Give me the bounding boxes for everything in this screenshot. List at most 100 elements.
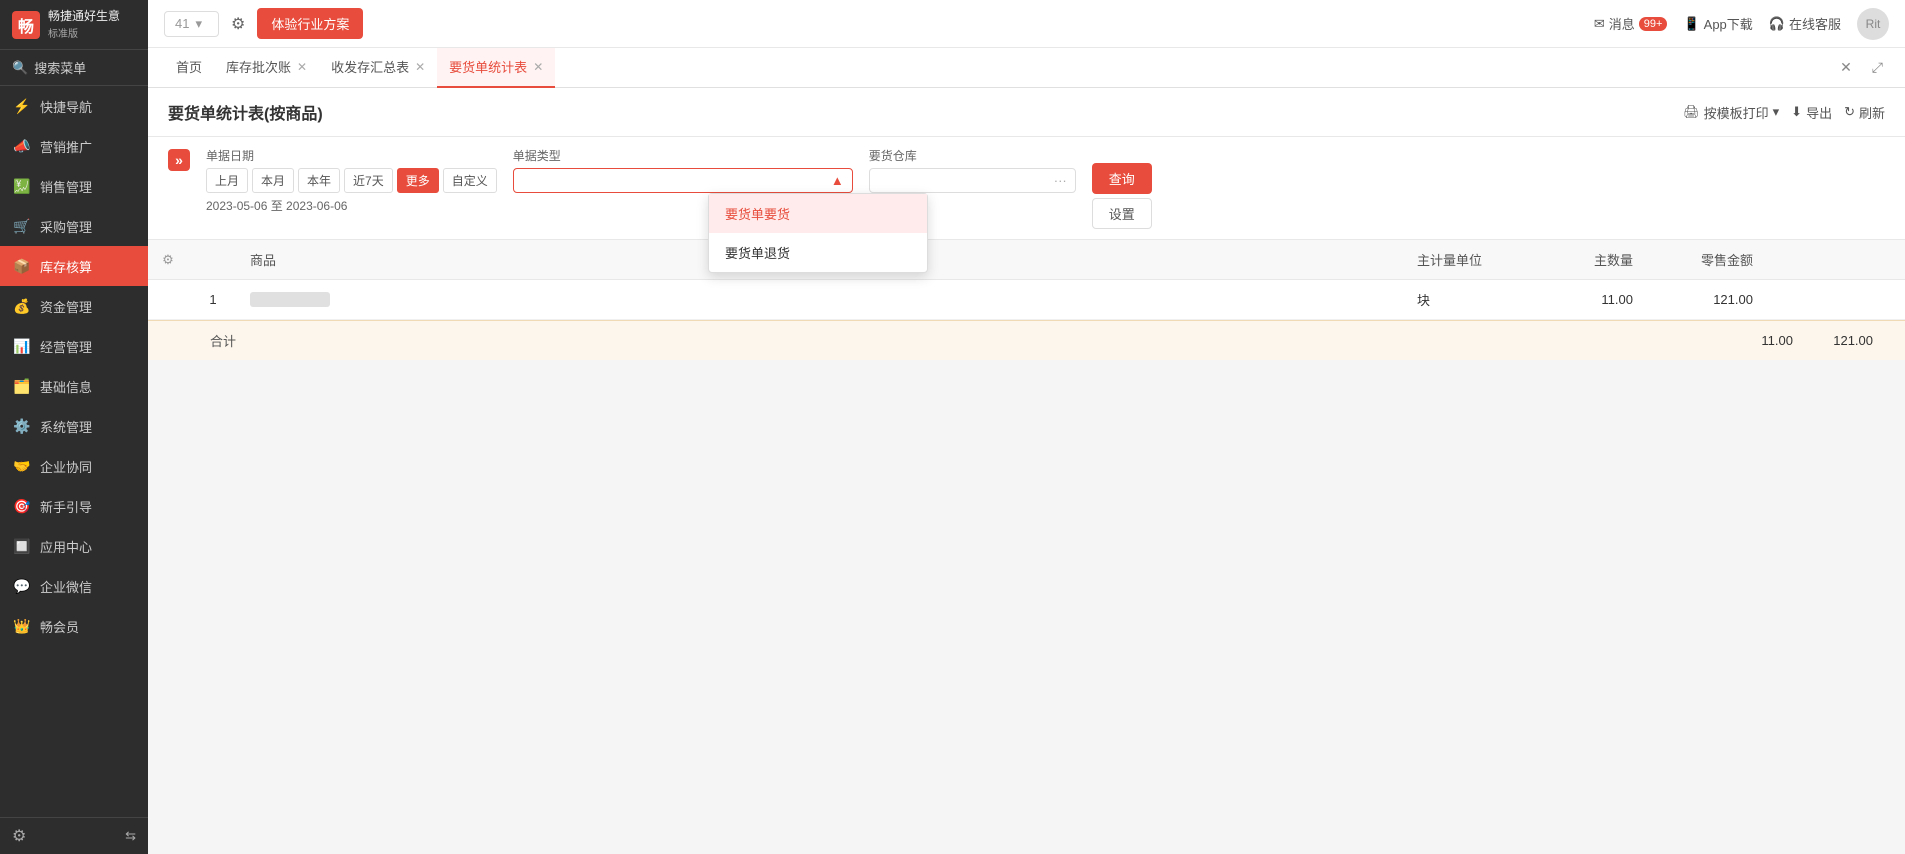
- tab-send-receive[interactable]: 收发存汇总表 ✕: [319, 48, 437, 88]
- table-row: 1 ████ ███ 块 11.00 121.00: [148, 280, 1905, 320]
- page-header-actions: 🖨 按模板打印 ▾ ⬇ 导出 ↻ 刷新: [1683, 103, 1885, 122]
- query-btn[interactable]: 查询: [1092, 163, 1152, 194]
- message-badge: 99+: [1639, 17, 1668, 31]
- tab-label: 要货单统计表: [449, 57, 527, 76]
- tab-order-stats[interactable]: 要货单统计表 ✕: [437, 48, 555, 88]
- dropdown-item-label: 要货单退货: [725, 246, 790, 261]
- sidebar-item-marketing[interactable]: 📣 营销推广: [0, 126, 148, 166]
- date-filter-label: 单据日期: [206, 147, 497, 164]
- type-dropdown-arrow[interactable]: ▲: [831, 173, 844, 188]
- sidebar-item-sales[interactable]: 💹 销售管理: [0, 166, 148, 206]
- topbar-left: 41 ▾ ⚙ 体验行业方案: [164, 8, 363, 39]
- org-selector[interactable]: 41 ▾: [164, 11, 219, 37]
- warehouse-filter-input-wrapper: ···: [869, 168, 1076, 193]
- system-icon: ⚙️: [12, 416, 32, 436]
- sidebar-item-member[interactable]: 👑 畅会员: [0, 606, 148, 646]
- tab-close-all-icon[interactable]: ✕: [1834, 57, 1858, 78]
- sidebar-item-finance[interactable]: 💰 资金管理: [0, 286, 148, 326]
- type-filter-input[interactable]: [522, 173, 831, 188]
- filter-expand-btn[interactable]: »: [168, 149, 190, 171]
- sidebar-item-inventory[interactable]: 📦 库存核算: [0, 246, 148, 286]
- filter-actions: 查询 设置: [1092, 163, 1152, 229]
- warehouse-filter-input[interactable]: [878, 173, 1054, 188]
- dropdown-item-label: 要货单要货: [725, 207, 790, 222]
- warehouse-filter-group: 要货仓库 ···: [869, 147, 1076, 193]
- trial-btn[interactable]: 体验行业方案: [257, 8, 363, 39]
- date-filter-row: 上月 本月 本年 近7天 更多 自定义: [206, 168, 497, 193]
- filter-settings-btn[interactable]: 设置: [1092, 198, 1152, 229]
- tab-label: 收发存汇总表: [331, 57, 409, 76]
- message-action[interactable]: ✉ 消息 99+: [1594, 14, 1668, 33]
- download-action[interactable]: 📱 App下载: [1683, 14, 1752, 33]
- filter-bar: » 单据日期 上月 本月 本年 近7天 更多 自定义 2023-05-06 至 …: [148, 137, 1905, 240]
- goods-cell: ████ ███: [238, 280, 1405, 320]
- sidebar-item-weixin[interactable]: 💬 企业微信: [0, 566, 148, 606]
- sidebar-item-purchase[interactable]: 🛒 采购管理: [0, 206, 148, 246]
- sidebar-item-basics[interactable]: 🗂️ 基础信息: [0, 366, 148, 406]
- sidebar-item-operations[interactable]: 📊 经营管理: [0, 326, 148, 366]
- tab-home-label: 首页: [176, 57, 202, 76]
- period-7days[interactable]: 近7天: [344, 168, 393, 193]
- user-avatar[interactable]: Rit: [1857, 8, 1889, 40]
- export-action[interactable]: ⬇ 导出: [1791, 103, 1832, 122]
- table-container: ⚙ 商品 主计量单位 主数量 零售金额 1: [148, 240, 1905, 320]
- row-num-cell: 1: [188, 280, 238, 320]
- warehouse-more-icon[interactable]: ···: [1054, 173, 1067, 188]
- tab-bar: 首页 库存批次账 ✕ 收发存汇总表 ✕ 要货单统计表 ✕ ✕ ⤢: [148, 48, 1905, 88]
- dropdown-item-order-return[interactable]: 要货单退货: [709, 233, 927, 272]
- sidebar-item-label: 采购管理: [40, 217, 92, 236]
- sidebar-item-label: 畅会员: [40, 617, 79, 636]
- period-this-year[interactable]: 本年: [298, 168, 340, 193]
- message-icon: ✉: [1594, 16, 1605, 32]
- tab-batch-account[interactable]: 库存批次账 ✕: [214, 48, 319, 88]
- main-area: 41 ▾ ⚙ 体验行业方案 ✉ 消息 99+ 📱 App下载 🎧 在线客服 Ri…: [148, 0, 1905, 854]
- sidebar-item-guide[interactable]: 🎯 新手引导: [0, 486, 148, 526]
- tab-home[interactable]: 首页: [164, 48, 214, 88]
- sidebar-item-label: 经营管理: [40, 337, 92, 356]
- amount-cell: 121.00: [1645, 280, 1765, 320]
- col-extra: [1765, 240, 1905, 280]
- period-last-month[interactable]: 上月: [206, 168, 248, 193]
- sidebar-item-label: 快捷导航: [40, 97, 92, 116]
- export-icon: ⬇: [1791, 104, 1802, 120]
- sidebar-settings-icon[interactable]: ⚙: [12, 826, 26, 846]
- app-logo-icon: 畅: [12, 11, 40, 39]
- sidebar-item-label: 销售管理: [40, 177, 92, 196]
- tab-close-batch-account[interactable]: ✕: [297, 60, 307, 74]
- column-settings-icon[interactable]: ⚙: [162, 252, 174, 267]
- table-header-row: ⚙ 商品 主计量单位 主数量 零售金额: [148, 240, 1905, 280]
- print-label: 按模板打印: [1704, 103, 1769, 122]
- date-range-display: 2023-05-06 至 2023-06-06: [206, 197, 497, 214]
- qty-cell: 11.00: [1525, 280, 1645, 320]
- footer-qty: 11.00: [1693, 333, 1793, 348]
- sidebar-search[interactable]: 🔍 搜索菜单: [0, 50, 148, 86]
- period-hot-badge[interactable]: 更多: [397, 168, 439, 193]
- sidebar-collapse-icon[interactable]: ⇆: [125, 828, 136, 844]
- tab-close-send-receive[interactable]: ✕: [415, 60, 425, 74]
- period-custom[interactable]: 自定义: [443, 168, 497, 193]
- period-buttons: 上月 本月 本年 近7天 更多 自定义: [206, 168, 497, 193]
- sidebar-item-collab[interactable]: 🤝 企业协同: [0, 446, 148, 486]
- support-action[interactable]: 🎧 在线客服: [1769, 14, 1841, 33]
- page-title: 要货单统计表(按商品): [168, 100, 323, 124]
- extra-cell: [1765, 280, 1905, 320]
- data-table: ⚙ 商品 主计量单位 主数量 零售金额 1: [148, 240, 1905, 320]
- period-this-month[interactable]: 本月: [252, 168, 294, 193]
- sidebar-item-system[interactable]: ⚙️ 系统管理: [0, 406, 148, 446]
- tab-expand-icon[interactable]: ⤢: [1866, 57, 1889, 78]
- topbar-settings-icon[interactable]: ⚙: [231, 14, 245, 34]
- print-icon: 🖨: [1683, 104, 1700, 120]
- export-label: 导出: [1806, 103, 1832, 122]
- table-footer: 合计 11.00 121.00: [148, 320, 1905, 360]
- shortcuts-icon: ⚡: [12, 96, 32, 116]
- sidebar-item-appstore[interactable]: 🔲 应用中心: [0, 526, 148, 566]
- sidebar-item-shortcuts[interactable]: ⚡ 快捷导航: [0, 86, 148, 126]
- app-title: 畅捷通好生意: [48, 9, 120, 25]
- weixin-icon: 💬: [12, 576, 32, 596]
- print-action[interactable]: 🖨 按模板打印 ▾: [1683, 103, 1779, 122]
- row-settings-cell: [148, 280, 188, 320]
- col-settings: ⚙: [148, 240, 188, 280]
- refresh-action[interactable]: ↻ 刷新: [1844, 103, 1885, 122]
- tab-close-order-stats[interactable]: ✕: [533, 60, 543, 74]
- dropdown-item-order-goods[interactable]: 要货单要货: [709, 194, 927, 233]
